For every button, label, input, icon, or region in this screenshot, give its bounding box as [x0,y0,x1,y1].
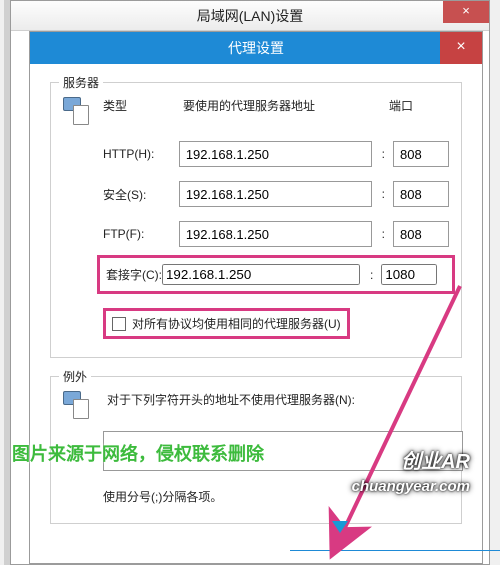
inner-close-button[interactable]: × [440,32,482,64]
exceptions-header: 对于下列字符开头的地址不使用代理服务器(N): [63,391,449,421]
outer-close-button[interactable]: × [443,1,489,23]
ftp-row: FTP(F): : [103,221,449,247]
server-rows: HTTP(H): : 安全(S): : FTP(F): : [103,141,449,294]
blue-triangle-icon [332,521,348,533]
proxy-settings-window: 代理设置 × 服务器 类型 要使用的代理服务器地址 端口 [29,31,483,564]
secure-label: 安全(S): [103,186,179,203]
outer-window-titlebar: 局域网(LAN)设置 × [11,1,489,31]
dialog-content: 服务器 类型 要使用的代理服务器地址 端口 HTTP(H): [30,64,482,524]
exceptions-textarea[interactable] [103,431,463,471]
exceptions-desc: 对于下列字符开头的地址不使用代理服务器(N): [107,391,355,410]
colon: : [370,268,373,282]
exceptions-group-title: 例外 [59,368,91,385]
socks-label: 套接字(C): [106,266,162,283]
secure-port-input[interactable] [393,181,449,207]
ftp-label: FTP(F): [103,227,179,241]
outer-window-title: 局域网(LAN)设置 [197,8,304,24]
lan-settings-window: 局域网(LAN)设置 × 代理设置 × 服务器 类型 要使用的代理服务器地址 端… [10,0,490,565]
network-icon [63,97,103,127]
network-icon [63,391,103,421]
ftp-address-input[interactable] [179,221,372,247]
same-proxy-checkbox[interactable] [112,317,126,331]
column-address-label: 要使用的代理服务器地址 [183,97,369,114]
http-port-input[interactable] [393,141,449,167]
bottom-button-edge [290,550,500,551]
same-proxy-label: 对所有协议均使用相同的代理服务器(U) [132,315,341,332]
column-port-label: 端口 [389,97,449,114]
exceptions-hint: 使用分号(;)分隔各项。 [103,488,449,505]
colon: : [382,187,385,201]
colon: : [382,227,385,241]
column-type-label: 类型 [103,97,163,114]
same-proxy-checkbox-row[interactable]: 对所有协议均使用相同的代理服务器(U) [103,308,350,339]
inner-window-title: 代理设置 [228,40,284,56]
http-address-input[interactable] [179,141,372,167]
servers-group-title: 服务器 [59,74,103,91]
secure-address-input[interactable] [179,181,372,207]
servers-header-row: 类型 要使用的代理服务器地址 端口 [63,97,449,127]
socks-address-input[interactable] [162,264,360,285]
ftp-port-input[interactable] [393,221,449,247]
http-row: HTTP(H): : [103,141,449,167]
colon: : [382,147,385,161]
servers-group: 服务器 类型 要使用的代理服务器地址 端口 HTTP(H): [50,82,462,358]
exceptions-group: 例外 对于下列字符开头的地址不使用代理服务器(N): 使用分号(;)分隔各项。 [50,376,462,524]
inner-window-titlebar: 代理设置 × [30,32,482,64]
secure-row: 安全(S): : [103,181,449,207]
http-label: HTTP(H): [103,147,179,161]
socks-row-highlighted: 套接字(C): : [97,255,455,294]
socks-port-input[interactable] [381,264,437,285]
